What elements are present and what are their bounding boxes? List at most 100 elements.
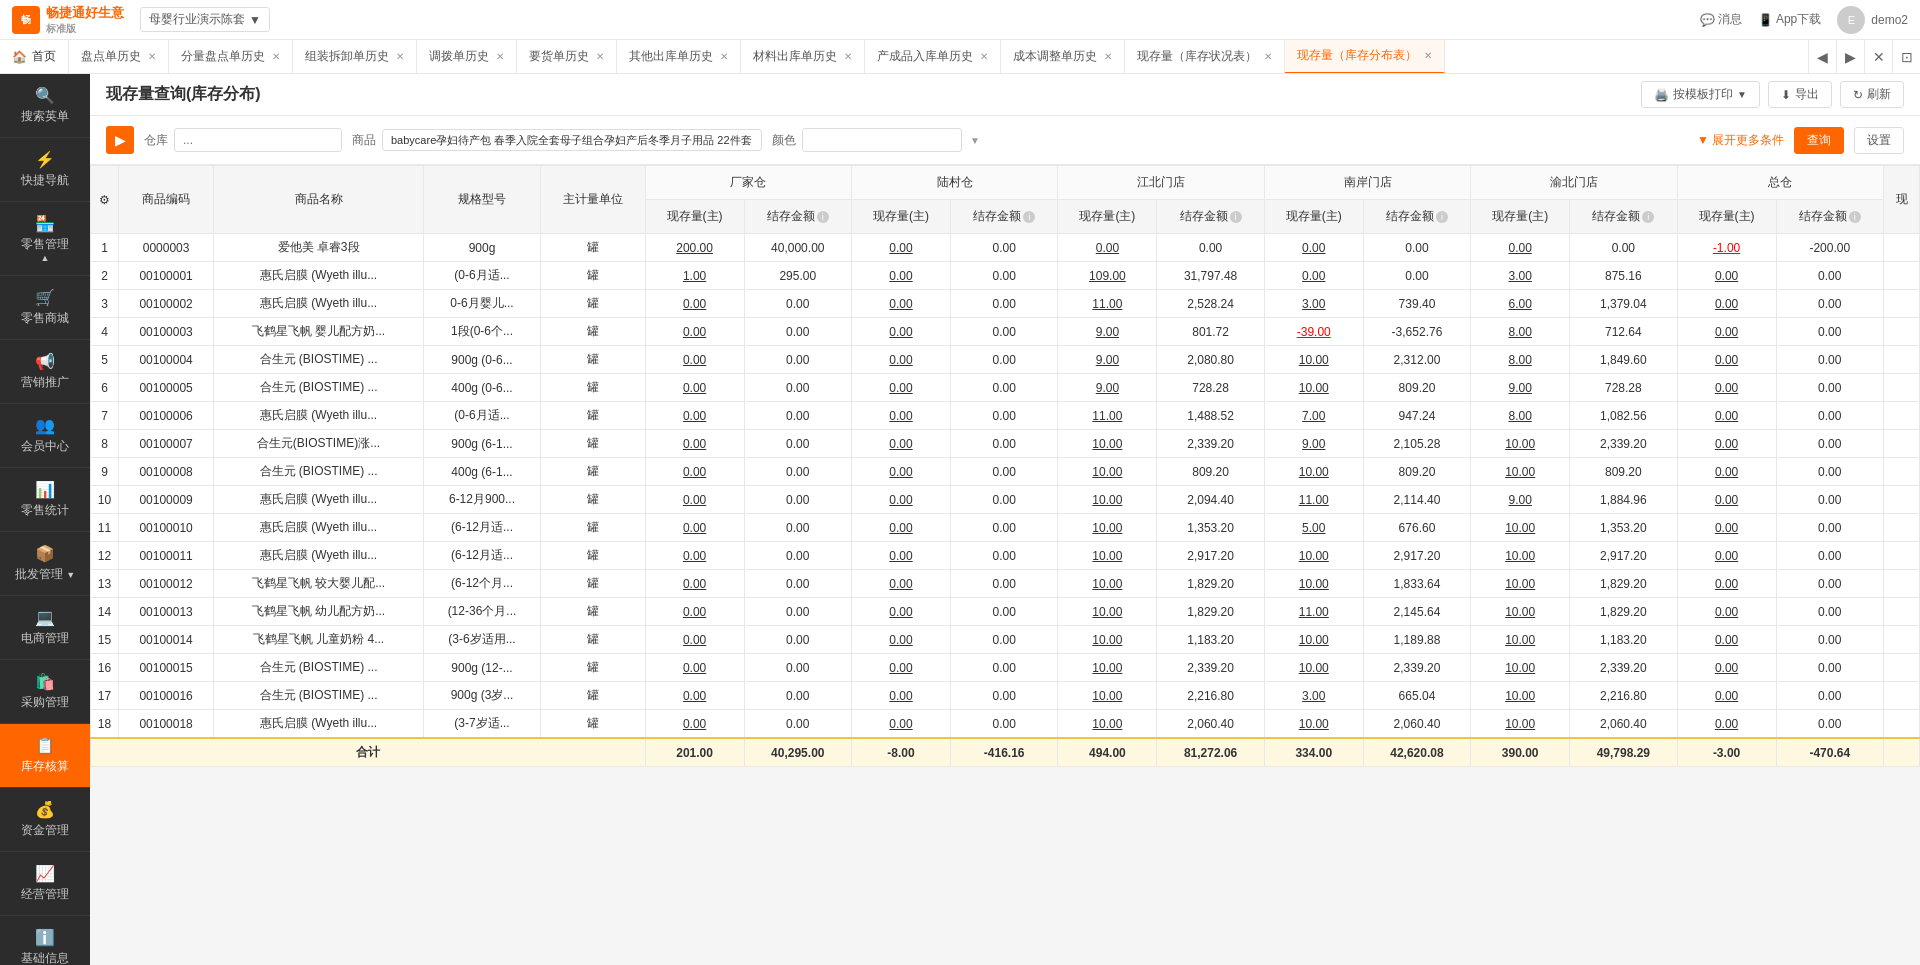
tab-nav-prev[interactable]: ◀ (1808, 40, 1836, 74)
sidebar-item-search[interactable]: 🔍 搜索英单 (0, 74, 90, 138)
summary-current (1884, 738, 1920, 767)
goods-input[interactable] (382, 129, 762, 151)
th-settings[interactable]: ⚙ (91, 166, 119, 234)
summary-yubei-amt: 49,798.29 (1570, 738, 1678, 767)
chevron-icon: ▼ (66, 570, 75, 580)
th-unit: 主计量单位 (541, 166, 646, 234)
sidebar-item-purchase[interactable]: 🛍️ 采购管理 (0, 660, 90, 724)
data-table: ⚙ 商品编码 商品名称 规格型号 主计量单位 厂家仓 陆村仓 江北门店 南岸门店… (90, 165, 1920, 767)
tab-order[interactable]: 要货单历史 ✕ (517, 40, 617, 74)
th-changjiacao: 厂家仓 (645, 166, 851, 200)
sidebar-item-finance[interactable]: 💰 资金管理 (0, 788, 90, 852)
tab-material-out[interactable]: 材料出库单历史 ✕ (741, 40, 865, 74)
sidebar-item-quick-nav[interactable]: ⚡ 快捷导航 (0, 138, 90, 202)
filter-warehouse: 仓库 (144, 128, 342, 152)
filter-bar: ▶ 仓库 商品 颜色 ▼ ▼ 展开更多条件 查询 (90, 116, 1920, 165)
expand-icon: ▲ (41, 253, 50, 263)
tab-close-stock-dist[interactable]: ✕ (1424, 50, 1432, 61)
expand-icon: ▼ (1697, 133, 1709, 147)
sidebar-item-retail-mgmt[interactable]: 🏪 零售管理 ▲ (0, 202, 90, 276)
content-area: 现存量查询(库存分布) 🖨️ 按模板打印 ▼ ⬇ 导出 ↻ 刷新 ▶ (90, 74, 1920, 965)
sidebar-item-marketing[interactable]: 📢 营销推广 (0, 340, 90, 404)
tab-nav-close[interactable]: ✕ (1864, 40, 1892, 74)
th-jiangbei: 江北门店 (1058, 166, 1264, 200)
tab-nav-next[interactable]: ▶ (1836, 40, 1864, 74)
sidebar-item-base[interactable]: ℹ️ 基础信息 (0, 916, 90, 965)
main-layout: 🔍 搜索英单 ⚡ 快捷导航 🏪 零售管理 ▲ 🛒 零售商城 📢 营销推广 👥 会… (0, 74, 1920, 965)
purchase-icon: 🛍️ (6, 672, 84, 691)
page-header: 现存量查询(库存分布) 🖨️ 按模板打印 ▼ ⬇ 导出 ↻ 刷新 (90, 74, 1920, 116)
info-icon-6[interactable]: i (1849, 211, 1861, 223)
user-area[interactable]: E demo2 (1837, 6, 1908, 34)
tab-bundle[interactable]: 组装拆卸单历史 ✕ (293, 40, 417, 74)
summary-total-amt: -470.64 (1776, 738, 1884, 767)
table-row: 200100001惠氏启膜 (Wyeth illu...(0-6月适...罐1.… (91, 262, 1920, 290)
table-row: 600100005合生元 (BIOSTIME) ...400g (0-6...罐… (91, 374, 1920, 402)
tab-close-partial-stock[interactable]: ✕ (272, 51, 280, 62)
summary-jiangbei-qty: 494.00 (1058, 738, 1157, 767)
query-btn[interactable]: 查询 (1794, 127, 1844, 154)
th-nanan-amt: 结存金额i (1363, 200, 1471, 234)
th-lucun: 陆村仓 (852, 166, 1058, 200)
summary-changjiacao-amt: 40,295.00 (744, 738, 852, 767)
tab-home[interactable]: 🏠 首页 (0, 40, 69, 74)
sidebar-item-inventory[interactable]: 📋 库存核算 (0, 724, 90, 788)
summary-jiangbei-amt: 81,272.06 (1157, 738, 1265, 767)
tab-adjust[interactable]: 调拨单历史 ✕ (417, 40, 517, 74)
tab-partial-stock[interactable]: 分量盘点单历史 ✕ (169, 40, 293, 74)
tab-cost-adjust[interactable]: 成本调整单历史 ✕ (1001, 40, 1125, 74)
tab-close-other-out[interactable]: ✕ (720, 51, 728, 62)
expand-conditions-btn[interactable]: ▼ 展开更多条件 (1697, 132, 1784, 149)
tab-stock-dist[interactable]: 现存量（库存分布表） ✕ (1285, 40, 1445, 74)
logo-icon: 畅 (12, 6, 40, 34)
table-row: 1400100013飞鹤星飞帆 幼儿配方奶...(12-36个月...罐0.00… (91, 598, 1920, 626)
app-download-btn[interactable]: 📱 App下载 (1758, 11, 1821, 28)
info-icon-1[interactable]: i (817, 211, 829, 223)
info-icon-2[interactable]: i (1023, 211, 1035, 223)
tab-close-cost-adjust[interactable]: ✕ (1104, 51, 1112, 62)
sidebar-item-wholesale[interactable]: 📦 批发管理 ▼ (0, 532, 90, 596)
tab-close-bundle[interactable]: ✕ (396, 51, 404, 62)
tab-stock-record[interactable]: 盘点单历史 ✕ (69, 40, 169, 74)
info-icon-5[interactable]: i (1642, 211, 1654, 223)
sidebar-item-retail-shop[interactable]: 🛒 零售商城 (0, 276, 90, 340)
info-icon-3[interactable]: i (1230, 211, 1242, 223)
color-input[interactable] (802, 128, 962, 152)
settings-btn[interactable]: 设置 (1854, 127, 1904, 154)
tab-close-stock-record[interactable]: ✕ (148, 51, 156, 62)
tab-close-adjust[interactable]: ✕ (496, 51, 504, 62)
table-row: 700100006惠氏启膜 (Wyeth illu...(0-6月适...罐0.… (91, 402, 1920, 430)
tab-product-in[interactable]: 产成品入库单历史 ✕ (865, 40, 1001, 74)
filter-toggle-btn[interactable]: ▶ (106, 126, 134, 154)
table-container[interactable]: ⚙ 商品编码 商品名称 规格型号 主计量单位 厂家仓 陆村仓 江北门店 南岸门店… (90, 165, 1920, 965)
marketing-icon: 📢 (6, 352, 84, 371)
th-total-amt: 结存金额i (1776, 200, 1884, 234)
sidebar-item-ops[interactable]: 📈 经营管理 (0, 852, 90, 916)
sidebar-item-member[interactable]: 👥 会员中心 (0, 404, 90, 468)
sidebar-item-ecom[interactable]: 💻 电商管理 (0, 596, 90, 660)
app-icon: 📱 (1758, 13, 1773, 27)
message-btn[interactable]: 💬 消息 (1700, 11, 1742, 28)
export-btn[interactable]: ⬇ 导出 (1768, 81, 1832, 108)
tab-close-product-in[interactable]: ✕ (980, 51, 988, 62)
table-row: 900100008合生元 (BIOSTIME) ...400g (6-1...罐… (91, 458, 1920, 486)
message-icon: 💬 (1700, 13, 1715, 27)
print-btn[interactable]: 🖨️ 按模板打印 ▼ (1641, 81, 1760, 108)
refresh-btn[interactable]: ↻ 刷新 (1840, 81, 1904, 108)
sidebar-item-retail-stats[interactable]: 📊 零售统计 (0, 468, 90, 532)
settings-icon[interactable]: ⚙ (99, 193, 110, 207)
export-icon: ⬇ (1781, 88, 1791, 102)
tab-stock-status[interactable]: 现存量（库存状况表） ✕ (1125, 40, 1285, 74)
tab-close-material-out[interactable]: ✕ (844, 51, 852, 62)
info-icon-4[interactable]: i (1436, 211, 1448, 223)
dropdown-selector[interactable]: 母婴行业演示陈套 ▼ (140, 7, 270, 32)
table-row: 300100002惠氏启膜 (Wyeth illu...0-6月婴儿...罐0.… (91, 290, 1920, 318)
search-icon: 🔍 (6, 86, 84, 105)
warehouse-input[interactable] (174, 128, 342, 152)
tab-nav-expand[interactable]: ⊡ (1892, 40, 1920, 74)
tab-close-order[interactable]: ✕ (596, 51, 604, 62)
tab-close-stock-status[interactable]: ✕ (1264, 51, 1272, 62)
home-icon: 🏠 (12, 50, 27, 64)
tab-other-out[interactable]: 其他出库单历史 ✕ (617, 40, 741, 74)
summary-total-qty: -3.00 (1677, 738, 1776, 767)
